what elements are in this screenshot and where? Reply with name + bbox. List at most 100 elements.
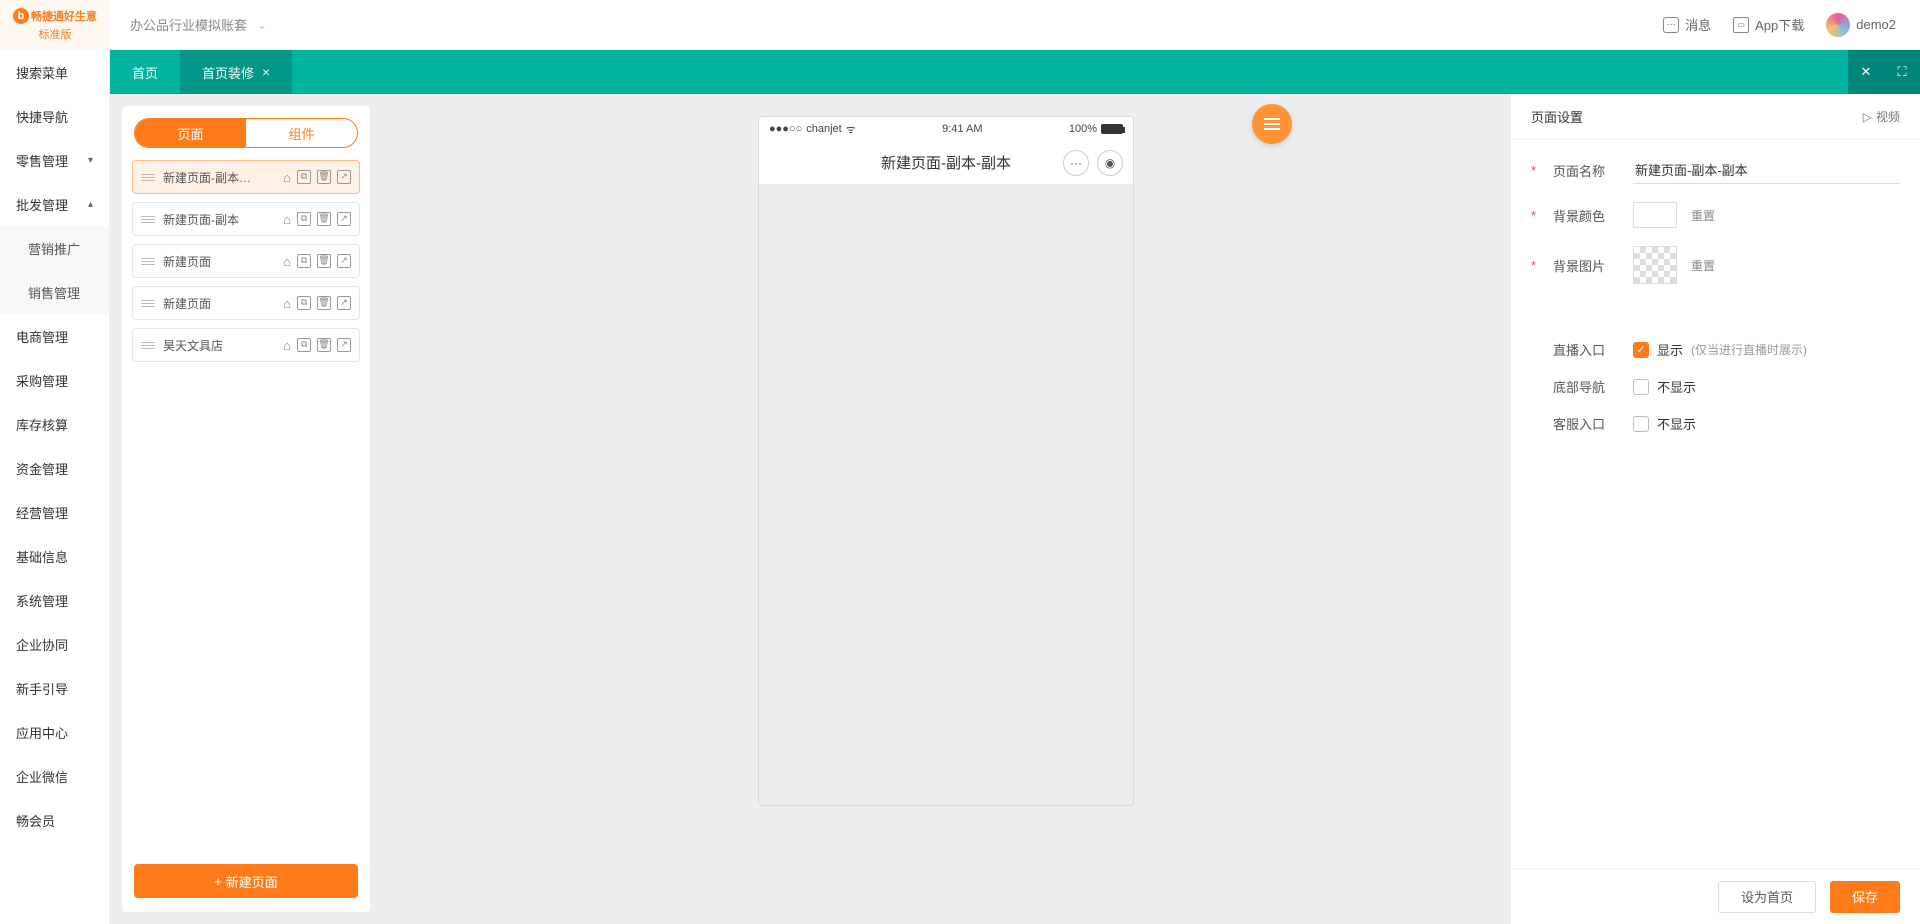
copy-icon[interactable]: ⧉ [297,212,311,226]
bottomnav-checkbox[interactable] [1633,379,1649,395]
drag-handle-icon[interactable] [141,342,155,349]
nav-label: 搜索菜单 [16,63,68,82]
settings-title: 页面设置 [1531,107,1583,126]
carrier: chanjet [806,123,841,135]
nav-subitem[interactable]: 营销推广 [0,226,109,270]
delete-icon[interactable]: 🗑 [317,170,331,184]
save-button[interactable]: 保存 [1830,881,1900,913]
messages-button[interactable]: 消息 [1663,15,1711,34]
copy-icon[interactable]: ⧉ [297,296,311,310]
delete-icon[interactable]: 🗑 [317,254,331,268]
home-icon[interactable]: ⌂ [283,338,291,353]
home-icon[interactable]: ⌂ [283,254,291,269]
nav-item[interactable]: 应用中心 [0,710,109,754]
nav-label: 基础信息 [16,547,68,566]
wifi-icon: ᯤ [846,122,856,137]
page-row[interactable]: 新建页面⌂⧉🗑↗ [132,244,360,278]
page-row[interactable]: 新建页面 ⌂ ⧉ 🗑 ↗ [132,286,360,320]
battery-icon [1101,124,1123,134]
drag-handle-icon[interactable] [141,174,155,181]
nav-item[interactable]: 企业微信 [0,754,109,798]
tab-decor[interactable]: 首页装修 × [180,50,292,94]
tabstrip-fullscreen-button[interactable]: ⛶ [1884,50,1920,94]
delete-icon[interactable]: 🗑 [317,338,331,352]
tab-home[interactable]: 首页 [110,50,180,94]
live-checkbox[interactable]: ✓ [1633,342,1649,358]
nav-item[interactable]: 零售管理 ▾ [0,138,109,182]
tabstrip-close-button[interactable]: ✕ [1848,50,1884,94]
account-selector[interactable]: 办公品行业模拟账套 ⌄ [130,15,267,34]
app-download-button[interactable]: App下载 [1733,15,1804,34]
page-name-input[interactable] [1633,156,1900,184]
share-icon[interactable]: ↗ [337,338,351,352]
phone-more-button[interactable]: ··· [1063,150,1089,176]
set-home-button[interactable]: 设为首页 [1718,881,1816,913]
delete-icon[interactable]: 🗑 [317,212,331,226]
component-drawer-fab[interactable] [1252,104,1292,144]
nav-item[interactable]: 快捷导航 [0,94,109,138]
seg-page[interactable]: 页面 [135,119,246,147]
bgimg-reset[interactable]: 重置 [1691,257,1715,274]
tab-close-icon[interactable]: × [262,64,270,80]
home-icon[interactable]: ⌂ [283,296,291,311]
phone-statusbar: ●●●○○ chanjet ᯤ 9:41 AM 100% [759,117,1133,141]
phone-header: 新建页面-副本-副本 ··· ◉ [759,141,1133,185]
brand-logo[interactable]: b 畅捷通好生意 标准版 [0,0,110,50]
phone-body[interactable] [759,185,1133,805]
menu-icon [1264,118,1280,130]
nav-item[interactable]: 畅会员 [0,798,109,842]
label-service: 客服入口 [1553,414,1619,433]
label-page-name: 页面名称 [1553,161,1619,180]
required-mark: * [1531,258,1539,273]
video-label: 视频 [1876,108,1900,125]
drag-handle-icon[interactable] [141,258,155,265]
nav-subitem[interactable]: 销售管理 [0,270,109,314]
page-row[interactable]: 新建页面-副本…⌂⧉🗑↗ [132,160,360,194]
nav-item[interactable]: 电商管理 [0,314,109,358]
home-icon[interactable]: ⌂ [283,212,291,227]
home-icon[interactable]: ⌂ [283,170,291,185]
copy-icon[interactable]: ⧉ [297,338,311,352]
bgcolor-reset[interactable]: 重置 [1691,207,1715,224]
bgimg-picker[interactable] [1633,246,1677,284]
chevron-down-icon: ⌄ [257,18,267,32]
copy-icon[interactable]: ⧉ [297,254,311,268]
nav-item[interactable]: 资金管理 [0,446,109,490]
service-checkbox[interactable] [1633,416,1649,432]
nav-item[interactable]: 企业协同 [0,622,109,666]
page-component-segmented: 页面 组件 [134,118,358,148]
nav-item[interactable]: 搜索菜单 [0,50,109,94]
page-row[interactable]: 新建页面-副本⌂⧉🗑↗ [132,202,360,236]
copy-icon[interactable]: ⧉ [297,170,311,184]
label-bgcolor: 背景颜色 [1553,206,1619,225]
nav-label: 系统管理 [16,591,68,610]
page-row[interactable]: 昊天文具店 ⌂ ⧉ 🗑 ↗ [132,328,360,362]
nav-label: 企业微信 [16,767,68,786]
nav-label: 批发管理 [16,195,68,214]
nav-item[interactable]: 经营管理 [0,490,109,534]
nav-item[interactable]: 采购管理 [0,358,109,402]
new-page-button[interactable]: + 新建页面 [134,864,358,898]
share-icon[interactable]: ↗ [337,254,351,268]
phone-target-button[interactable]: ◉ [1097,150,1123,176]
share-icon[interactable]: ↗ [337,212,351,226]
nav-item[interactable]: 新手引导 [0,666,109,710]
caret-icon: ▾ [88,155,93,166]
drag-handle-icon[interactable] [141,216,155,223]
nav-item[interactable]: 库存核算 [0,402,109,446]
page-name: 新建页面 [163,295,275,312]
drag-handle-icon[interactable] [141,300,155,307]
share-icon[interactable]: ↗ [337,296,351,310]
share-icon[interactable]: ↗ [337,170,351,184]
nav-item[interactable]: 系统管理 [0,578,109,622]
nav-item[interactable]: 基础信息 [0,534,109,578]
delete-icon[interactable]: 🗑 [317,296,331,310]
user-menu[interactable]: demo2 [1826,13,1896,37]
seg-component[interactable]: 组件 [246,119,357,147]
video-help-link[interactable]: ▷ 视频 [1863,108,1900,125]
bgcolor-swatch[interactable] [1633,202,1677,228]
nav-item[interactable]: 批发管理▴ [0,182,109,226]
nav-label: 零售管理 [16,151,68,170]
nav-label: 销售管理 [28,283,80,302]
page-name: 昊天文具店 [163,337,275,354]
